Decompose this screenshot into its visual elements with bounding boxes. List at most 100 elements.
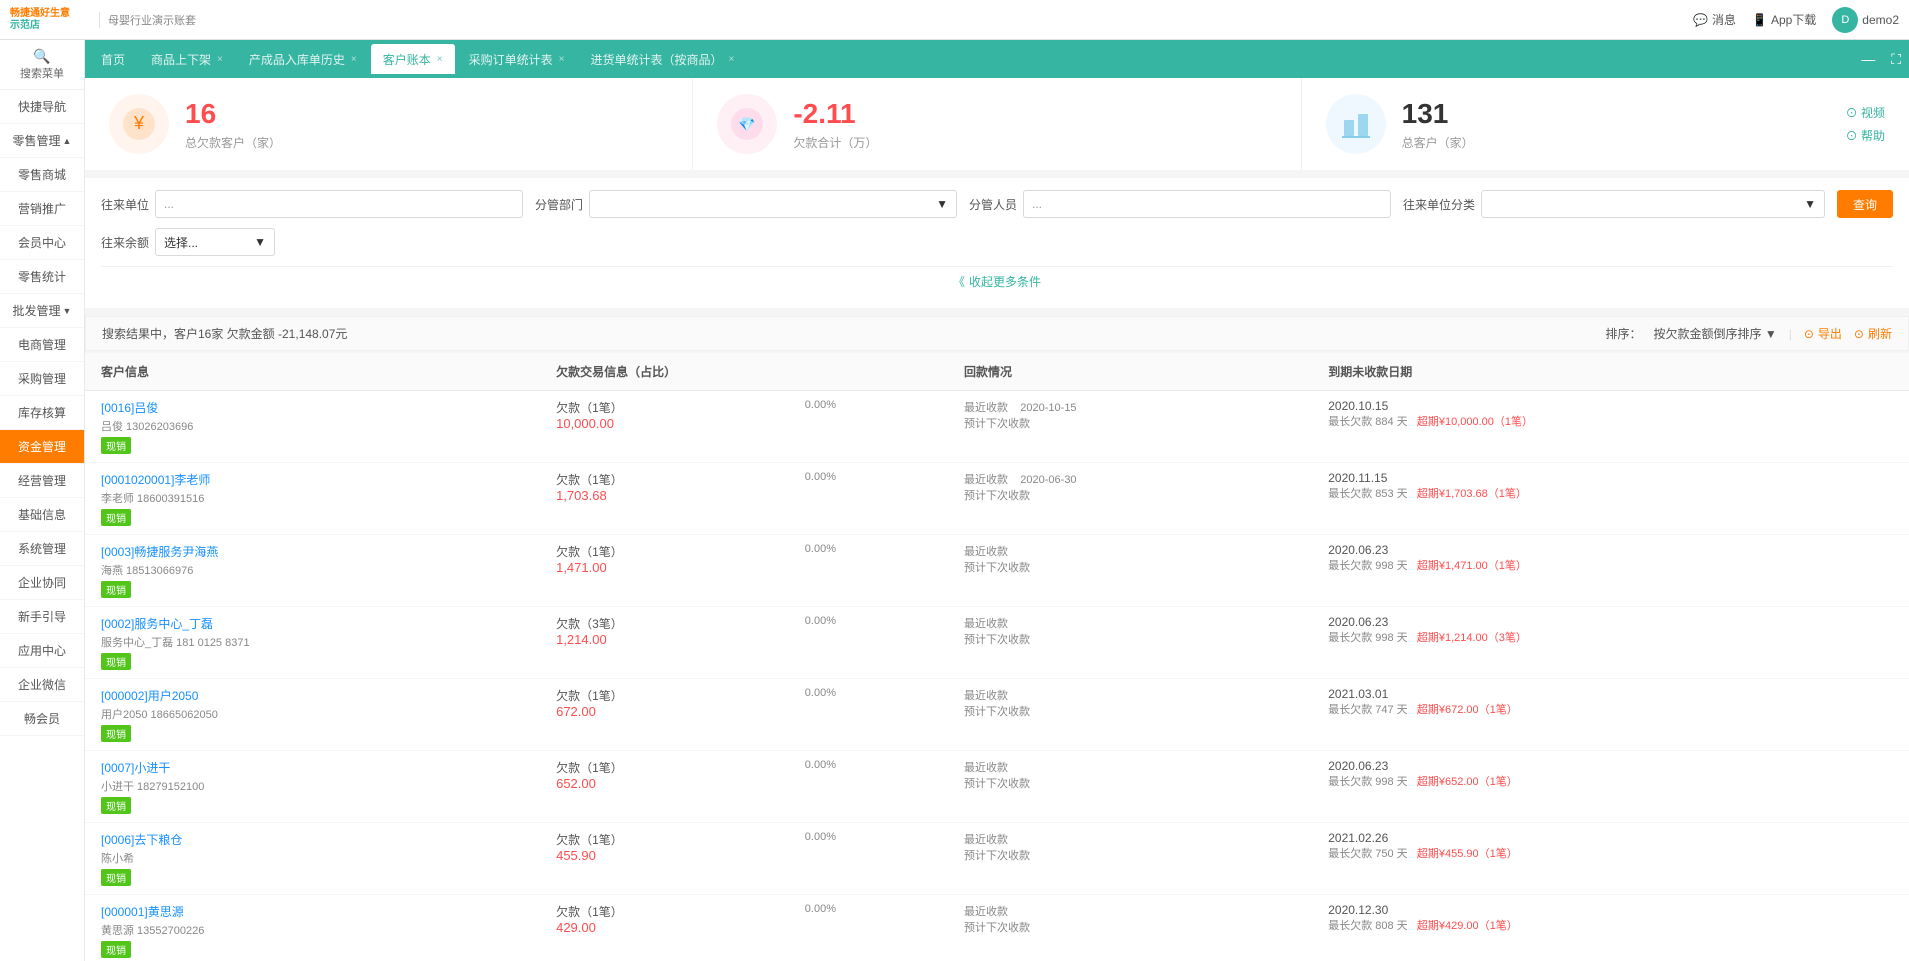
tab-product-history[interactable]: 产成品入库单历史 × (237, 44, 369, 74)
refresh-btn[interactable]: ⊙ 刷新 (1854, 325, 1892, 342)
sidebar-item-wework[interactable]: 企业微信 (0, 668, 84, 702)
help-link[interactable]: ⊙ 帮助 (1846, 127, 1885, 144)
sidebar-item-appstore[interactable]: 应用中心 (0, 634, 84, 668)
guide-label: 新手引导 (18, 610, 66, 624)
overdue-link-4[interactable]: 超期¥672.00（1笔） (1417, 704, 1518, 716)
customer-sub-1: 李老师 18600391516 (101, 490, 524, 506)
customer-name-6[interactable]: [0006]去下粮仓 (101, 831, 524, 848)
customer-name-3[interactable]: [0002]服务中心_丁磊 (101, 615, 524, 632)
sidebar-item-collab[interactable]: 企业协同 (0, 566, 84, 600)
tab-customer-ledger[interactable]: 客户账本 × (371, 44, 455, 74)
overdue-link-5[interactable]: 超期¥652.00（1笔） (1417, 776, 1518, 788)
sort-select[interactable]: 按欠款金额倒序排序 ▼ (1654, 325, 1777, 342)
search-button[interactable]: 查询 (1837, 190, 1893, 218)
collect-label-6: 最近收款 (964, 831, 1296, 847)
overdue-link-7[interactable]: 超期¥429.00（1笔） (1417, 920, 1518, 932)
filter-input-person[interactable]: ... (1023, 190, 1391, 218)
sidebar-item-system[interactable]: 系统管理 (0, 532, 84, 566)
debt-ratio-5: 0.00% (805, 759, 932, 771)
tab-purchase-order[interactable]: 采购订单统计表 × (457, 44, 577, 74)
sidebar-item-retail-mall[interactable]: 零售商城 (0, 158, 84, 192)
sidebar-item-marketing[interactable]: 营销推广 (0, 192, 84, 226)
tab-home[interactable]: 首页 (89, 44, 137, 74)
due-date-0: 2020.10.15 (1328, 399, 1893, 413)
debt-amount-0[interactable]: 10,000.00 (556, 416, 773, 431)
collect-label-5: 最近收款 (964, 759, 1296, 775)
tab-product-listing-close[interactable]: × (217, 54, 223, 65)
filter-select-category[interactable]: ▼ (1481, 190, 1825, 218)
tag-xian-4: 现销 (101, 725, 131, 742)
tab-customer-ledger-close[interactable]: × (437, 54, 443, 65)
overdue-link-6[interactable]: 超期¥455.90（1笔） (1417, 848, 1518, 860)
filter-input-person-dots: ... (1032, 197, 1042, 211)
debt-amount-2[interactable]: 1,471.00 (556, 560, 773, 575)
sidebar-item-finance[interactable]: 资金管理 (0, 430, 84, 464)
tab-maximize-btn[interactable]: ⛶ (1887, 51, 1905, 68)
overdue-link-3[interactable]: 超期¥1,214.00（3笔） (1417, 632, 1527, 644)
debt-label-1: 欠款（1笔） (556, 471, 773, 488)
sidebar-item-retail-stats[interactable]: 零售统计 (0, 260, 84, 294)
filter-select-balance[interactable]: 选择... ▼ (155, 228, 275, 256)
th-collect-info: 回款情况 (948, 353, 1312, 391)
sidebar-item-purchase[interactable]: 采购管理 (0, 362, 84, 396)
collapse-btn[interactable]: 《 收起更多条件 (101, 266, 1893, 296)
tab-stock-stats[interactable]: 进货单统计表（按商品） × (578, 44, 746, 74)
tag-xian-5: 现销 (101, 797, 131, 814)
collect-label-2: 最近收款 (964, 543, 1296, 559)
sidebar-item-basic-info[interactable]: 基础信息 (0, 498, 84, 532)
customer-name-1[interactable]: [0001020001]李老师 (101, 471, 524, 488)
stat-label-debt-customers: 总欠款客户（家） (185, 134, 668, 151)
tab-stock-stats-close[interactable]: × (728, 54, 734, 65)
customer-sub-5: 小进干 18279152100 (101, 778, 524, 794)
tab-customer-ledger-label: 客户账本 (383, 51, 431, 68)
th-customer-info: 客户信息 (85, 353, 540, 391)
export-btn[interactable]: ⊙ 导出 (1804, 325, 1842, 342)
sidebar-item-changhui[interactable]: 畅会员 (0, 702, 84, 736)
filter-input-unit[interactable]: ... (155, 190, 523, 218)
avatar: D (1832, 7, 1858, 33)
filter-select-dept[interactable]: ▼ (589, 190, 957, 218)
overdue-link-0[interactable]: 超期¥10,000.00（1笔） (1417, 416, 1533, 428)
sidebar-item-inventory[interactable]: 库存核算 (0, 396, 84, 430)
search-menu-item[interactable]: 🔍 搜索菜单 (0, 40, 84, 90)
sidebar-item-retail-mgmt[interactable]: 零售管理 ▲ (0, 124, 84, 158)
debt-amount-1[interactable]: 1,703.68 (556, 488, 773, 503)
due-date-3: 2020.06.23 (1328, 615, 1893, 629)
message-btn[interactable]: 💬 消息 (1693, 11, 1736, 28)
video-link[interactable]: ⊙ 视频 (1846, 104, 1885, 121)
debt-amount-6[interactable]: 455.90 (556, 848, 773, 863)
user-avatar-btn[interactable]: D demo2 (1832, 7, 1899, 33)
customer-name-5[interactable]: [0007]小进干 (101, 759, 524, 776)
td-collect-1: 最近收款 2020-06-30 预计下次收款 (948, 463, 1312, 535)
debt-label-4: 欠款（1笔） (556, 687, 773, 704)
sidebar-item-wholesale-mgmt[interactable]: 批发管理 ▼ (0, 294, 84, 328)
app-download-btn[interactable]: 📱 App下载 (1752, 11, 1816, 28)
td-ratio-3: 0.00% (789, 607, 948, 679)
tab-product-history-close[interactable]: × (351, 54, 357, 65)
chevron-down-dept-icon: ▼ (936, 197, 948, 211)
sidebar-item-ecommerce[interactable]: 电商管理 (0, 328, 84, 362)
tab-minimize-btn[interactable]: — (1857, 51, 1879, 67)
filter-label-dept: 分管部门 (535, 196, 583, 213)
debt-amount-3[interactable]: 1,214.00 (556, 632, 773, 647)
stat-icon-debt: ¥ (109, 94, 169, 154)
next-collect-4: 预计下次收款 (964, 703, 1296, 719)
overdue-link-2[interactable]: 超期¥1,471.00（1笔） (1417, 560, 1527, 572)
customer-name-7[interactable]: [000001]黄思源 (101, 903, 524, 920)
sidebar-item-nav[interactable]: 快捷导航 (0, 90, 84, 124)
sidebar-item-guide[interactable]: 新手引导 (0, 600, 84, 634)
sidebar-item-operations[interactable]: 经营管理 (0, 464, 84, 498)
tab-product-listing[interactable]: 商品上下架 × (139, 44, 235, 74)
filter-row-2: 往来余额 选择... ▼ (101, 228, 1893, 256)
td-ratio-7: 0.00% (789, 895, 948, 961)
debt-amount-7[interactable]: 429.00 (556, 920, 773, 935)
tab-purchase-order-close[interactable]: × (559, 54, 565, 65)
debt-amount-5[interactable]: 652.00 (556, 776, 773, 791)
customer-name-4[interactable]: [000002]用户2050 (101, 687, 524, 704)
td-due-0: 2020.10.15 最长欠款 884 天 超期¥10,000.00（1笔） (1312, 391, 1909, 463)
customer-name-2[interactable]: [0003]畅捷服务尹海燕 (101, 543, 524, 560)
sidebar-item-members[interactable]: 会员中心 (0, 226, 84, 260)
debt-amount-4[interactable]: 672.00 (556, 704, 773, 719)
overdue-link-1[interactable]: 超期¥1,703.68（1笔） (1417, 488, 1527, 500)
customer-name-0[interactable]: [0016]吕俊 (101, 399, 524, 416)
